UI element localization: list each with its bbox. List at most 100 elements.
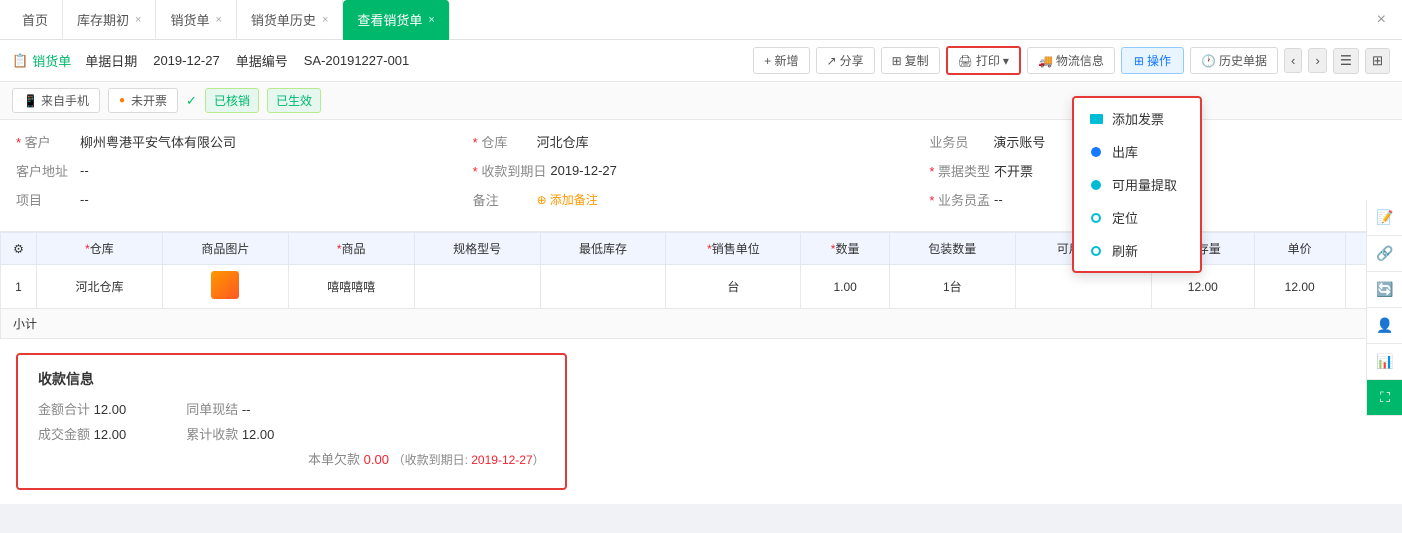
- payment-title: 收款信息: [38, 369, 545, 389]
- add-icon: ⊕: [537, 193, 547, 207]
- project-field: 项目 --: [16, 190, 473, 209]
- tab-sales-history[interactable]: 销货单历史 ×: [237, 0, 343, 40]
- not-open-button[interactable]: 未开票: [108, 88, 178, 113]
- sidebar-icon-expand[interactable]: ⛶: [1367, 380, 1402, 416]
- invoice-type-value: 不开票: [994, 161, 1033, 180]
- payment-date-value: 2019-12-27: [550, 163, 617, 178]
- cell-unit: 台: [666, 265, 801, 309]
- layout2-button[interactable]: ⊞: [1365, 48, 1390, 74]
- tab-home[interactable]: 首页: [8, 0, 63, 40]
- deal-amount-value: 12.00: [94, 427, 127, 442]
- dropdown-add-invoice[interactable]: 添加发票: [1074, 102, 1200, 135]
- no-value: SA-20191227-001: [304, 53, 410, 68]
- cell-product: 嘻嘻嘻嘻: [288, 265, 414, 309]
- payment-date-label: 收款到期日: [473, 161, 547, 180]
- payment-field-3: 成交金额 12.00: [38, 424, 126, 443]
- due-date-note: （收款到期日:: [393, 453, 472, 467]
- tab-sales-order[interactable]: 销货单 ×: [156, 0, 236, 40]
- address-value: --: [80, 163, 89, 178]
- close-inventory-init[interactable]: ×: [135, 14, 141, 26]
- toolbar-actions: + 新增 ↗ 分享 ⊞ 复制 🖨 打印 ▾ 🚚 物流信息 ⊞ 操作: [753, 46, 1390, 75]
- same-settle-value: --: [242, 402, 251, 417]
- nav-next-button[interactable]: ›: [1308, 48, 1326, 73]
- tab-view-sales[interactable]: 查看销货单 ×: [343, 0, 449, 40]
- tab-bar: 首页 库存期初 × 销货单 × 销货单历史 × 查看销货单 × ×: [0, 0, 1402, 40]
- window-close-button[interactable]: ×: [1369, 11, 1394, 29]
- payment-field-2: 同单现结 --: [186, 399, 250, 418]
- tab-inventory-init[interactable]: 库存期初 ×: [63, 0, 156, 40]
- close-sales-history[interactable]: ×: [322, 14, 328, 26]
- close-sales-order[interactable]: ×: [215, 14, 221, 26]
- sidebar-icon-3[interactable]: 🔄: [1367, 272, 1402, 308]
- date-label: 单据日期: [85, 51, 137, 70]
- dropdown-outbound[interactable]: 出库: [1074, 135, 1200, 168]
- print-dropdown-icon: ▾: [1003, 54, 1009, 68]
- col-pack-qty: 包装数量: [889, 233, 1015, 265]
- staff-label: 业务员: [929, 132, 989, 151]
- outbound-icon: [1088, 144, 1104, 160]
- confirm-icon: ✓: [186, 93, 197, 109]
- deal-amount-label: 成交金额: [38, 427, 90, 442]
- from-phone-button[interactable]: 📱 来自手机: [12, 88, 100, 113]
- sidebar-icon-2[interactable]: 🔗: [1367, 236, 1402, 272]
- close-view-sales[interactable]: ×: [428, 14, 434, 26]
- doc-type-label: 📋 销货单: [12, 51, 71, 70]
- invoice-type-label: 票据类型: [929, 161, 990, 180]
- dropdown-refresh[interactable]: 刷新: [1074, 234, 1200, 267]
- print-icon: 🖨: [958, 54, 973, 68]
- nav-prev-button[interactable]: ‹: [1284, 48, 1302, 73]
- payment-field-4: 累计收款 12.00: [186, 424, 274, 443]
- amount-total-value: 12.00: [94, 402, 127, 417]
- dropdown-avail-pickup[interactable]: 可用量提取: [1074, 168, 1200, 201]
- payment-section: 收款信息 金额合计 12.00 同单现结 -- 成交金额 12.00 累计收款: [0, 339, 1402, 504]
- doc-icon: 📋: [12, 53, 28, 69]
- staff2-label: 业务员孟: [929, 190, 990, 209]
- logistics-button[interactable]: 🚚 物流信息: [1027, 47, 1115, 74]
- toolbar: 📋 销货单 单据日期 2019-12-27 单据编号 SA-20191227-0…: [0, 40, 1402, 82]
- sidebar-icon-4[interactable]: 👤: [1367, 308, 1402, 344]
- new-button[interactable]: + 新增: [753, 47, 809, 74]
- project-label: 项目: [16, 190, 76, 209]
- no-label: 单据编号: [236, 51, 288, 70]
- confirm-badge: 已核销: [205, 88, 259, 113]
- add-remark-button[interactable]: ⊕ 添加备注: [533, 191, 602, 208]
- sidebar-icon-1[interactable]: 📝: [1367, 200, 1402, 236]
- customer-value: 柳州粤港平安气体有限公司: [80, 132, 236, 151]
- operate-button[interactable]: ⊞ 操作: [1121, 47, 1184, 74]
- print-button[interactable]: 🖨 打印 ▾: [946, 46, 1021, 75]
- share-button[interactable]: ↗ 分享: [816, 47, 875, 74]
- payment-date-field: 收款到期日 2019-12-27: [473, 161, 930, 180]
- due-date-value: 2019-12-27: [471, 453, 532, 467]
- remark-label: 备注: [473, 190, 533, 209]
- doc-meta: 单据日期 2019-12-27 单据编号 SA-20191227-001: [85, 51, 747, 70]
- share-icon: ↗: [827, 54, 837, 68]
- project-value: --: [80, 192, 89, 207]
- effect-badge: 已生效: [267, 88, 321, 113]
- payment-box: 收款信息 金额合计 12.00 同单现结 -- 成交金额 12.00 累计收款: [16, 353, 567, 490]
- col-settings[interactable]: ⚙: [1, 233, 37, 265]
- dropdown-locate[interactable]: 定位: [1074, 201, 1200, 234]
- cell-spec: [414, 265, 540, 309]
- col-qty: *数量: [801, 233, 889, 265]
- date-value: 2019-12-27: [153, 53, 220, 68]
- warehouse-field: 仓库 河北仓库: [473, 132, 930, 151]
- locate-icon: [1088, 210, 1104, 226]
- cell-min-stock: [540, 265, 666, 309]
- warehouse-label: 仓库: [473, 132, 533, 151]
- payment-field-1: 金额合计 12.00: [38, 399, 126, 418]
- operate-icon: ⊞: [1134, 54, 1144, 68]
- layout1-button[interactable]: ☰: [1333, 48, 1359, 74]
- cumulative-recv-value: 12.00: [242, 427, 275, 442]
- logistics-icon: 🚚: [1038, 54, 1053, 68]
- payment-row-2: 成交金额 12.00 累计收款 12.00: [38, 424, 545, 443]
- right-sidebar: 📝 🔗 🔄 👤 📊 ⛶: [1366, 200, 1402, 416]
- sidebar-icon-5[interactable]: 📊: [1367, 344, 1402, 380]
- due-date-close: ）: [533, 453, 545, 467]
- subtotal-label: 小计: [1, 309, 1402, 339]
- owed-value: 0.00: [364, 452, 389, 467]
- history-button[interactable]: 🕐 历史单据: [1190, 47, 1278, 74]
- col-product-img: 商品图片: [162, 233, 288, 265]
- payment-row-3: 本单欠款 0.00 （收款到期日: 2019-12-27）: [38, 449, 545, 468]
- owed-label: 本单欠款: [308, 452, 360, 467]
- copy-button[interactable]: ⊞ 复制: [881, 47, 940, 74]
